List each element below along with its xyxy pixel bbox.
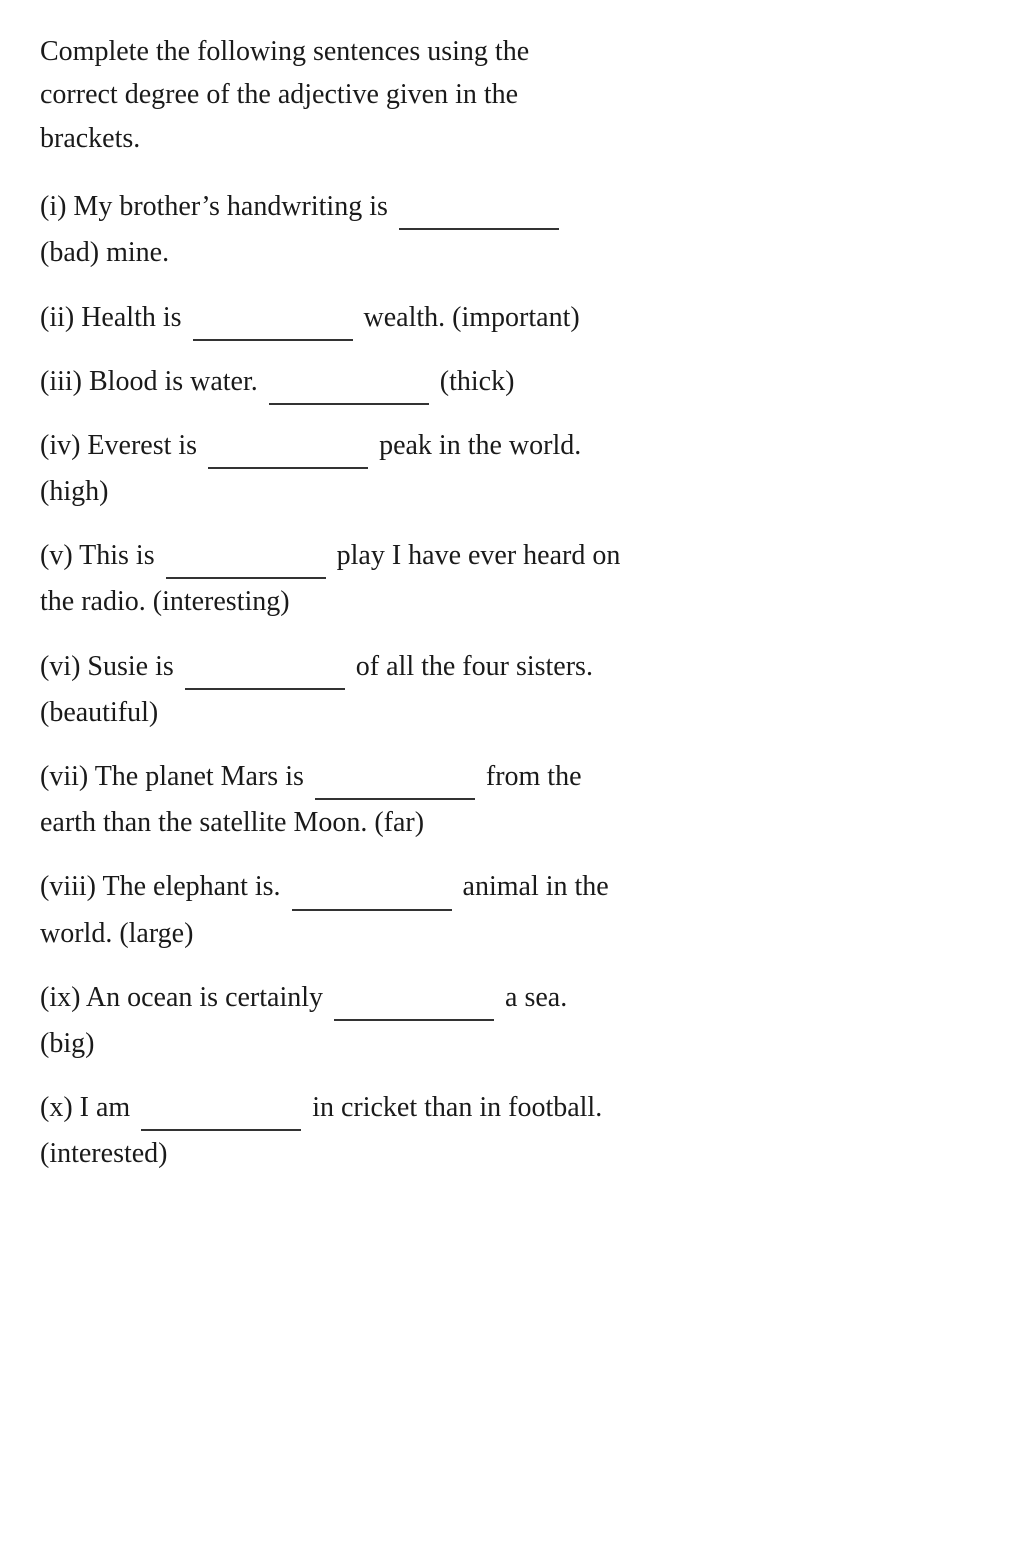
instructions-block: Complete the following sentences using t… bbox=[40, 30, 984, 160]
question-ii-after: wealth. (important) bbox=[364, 302, 580, 333]
question-x-before: (x) I am bbox=[40, 1092, 130, 1123]
blank-ix bbox=[334, 1019, 494, 1021]
blank-ii bbox=[193, 339, 353, 341]
blank-i bbox=[399, 228, 559, 230]
question-iii-after: (thick) bbox=[440, 366, 515, 397]
blank-iv bbox=[208, 467, 368, 469]
question-ix-before: (ix) An ocean is certainly bbox=[40, 982, 323, 1013]
question-i-after: (bad) mine. bbox=[40, 237, 169, 268]
question-x-after: in cricket than in football. bbox=[312, 1092, 602, 1123]
question-ix: (ix) An ocean is certainly a sea. (big) bbox=[40, 975, 984, 1067]
question-viii-2: world. (large) bbox=[40, 918, 193, 949]
question-ii: (ii) Health is wealth. (important) bbox=[40, 295, 984, 341]
question-vi-after: of all the four sisters. bbox=[356, 651, 593, 682]
question-vii: (vii) The planet Mars is from the earth … bbox=[40, 754, 984, 846]
question-iv: (iv) Everest is peak in the world. (high… bbox=[40, 423, 984, 515]
question-ii-before: (ii) Health is bbox=[40, 302, 182, 333]
blank-vii bbox=[315, 798, 475, 800]
question-v-after: play I have ever heard on bbox=[337, 540, 621, 571]
question-vii-after: from the bbox=[486, 761, 582, 792]
question-vi-hint: (beautiful) bbox=[40, 697, 158, 728]
question-viii: (viii) The elephant is. animal in the wo… bbox=[40, 864, 984, 956]
question-v-before: (v) This is bbox=[40, 540, 155, 571]
blank-iii bbox=[269, 403, 429, 405]
question-v-2: the radio. (interesting) bbox=[40, 586, 290, 617]
question-viii-before: (viii) The elephant is. bbox=[40, 871, 281, 902]
question-vii-2: earth than the satellite Moon. (far) bbox=[40, 807, 424, 838]
question-vi: (vi) Susie is of all the four sisters. (… bbox=[40, 644, 984, 736]
question-ix-after: a sea. bbox=[505, 982, 567, 1013]
question-vi-before: (vi) Susie is bbox=[40, 651, 174, 682]
question-i-before: (i) My brother’s handwriting is bbox=[40, 191, 388, 222]
question-i: (i) My brother’s handwriting is (bad) mi… bbox=[40, 184, 984, 276]
question-viii-after: animal in the bbox=[463, 871, 609, 902]
blank-v bbox=[166, 577, 326, 579]
question-x: (x) I am in cricket than in football. (i… bbox=[40, 1085, 984, 1177]
question-ix-hint: (big) bbox=[40, 1028, 94, 1059]
blank-vi bbox=[185, 688, 345, 690]
question-v: (v) This is play I have ever heard on th… bbox=[40, 533, 984, 625]
blank-viii bbox=[292, 909, 452, 911]
question-vii-before: (vii) The planet Mars is bbox=[40, 761, 304, 792]
question-x-hint: (interested) bbox=[40, 1138, 168, 1169]
question-iii-before: (iii) Blood is water. bbox=[40, 366, 258, 397]
question-iv-before: (iv) Everest is bbox=[40, 430, 197, 461]
instructions-text: Complete the following sentences using t… bbox=[40, 36, 529, 154]
question-iii: (iii) Blood is water. (thick) bbox=[40, 359, 984, 405]
blank-x bbox=[141, 1129, 301, 1131]
question-iv-hint: (high) bbox=[40, 476, 108, 507]
questions-container: (i) My brother’s handwriting is (bad) mi… bbox=[40, 184, 984, 1177]
question-iv-after: peak in the world. bbox=[379, 430, 581, 461]
